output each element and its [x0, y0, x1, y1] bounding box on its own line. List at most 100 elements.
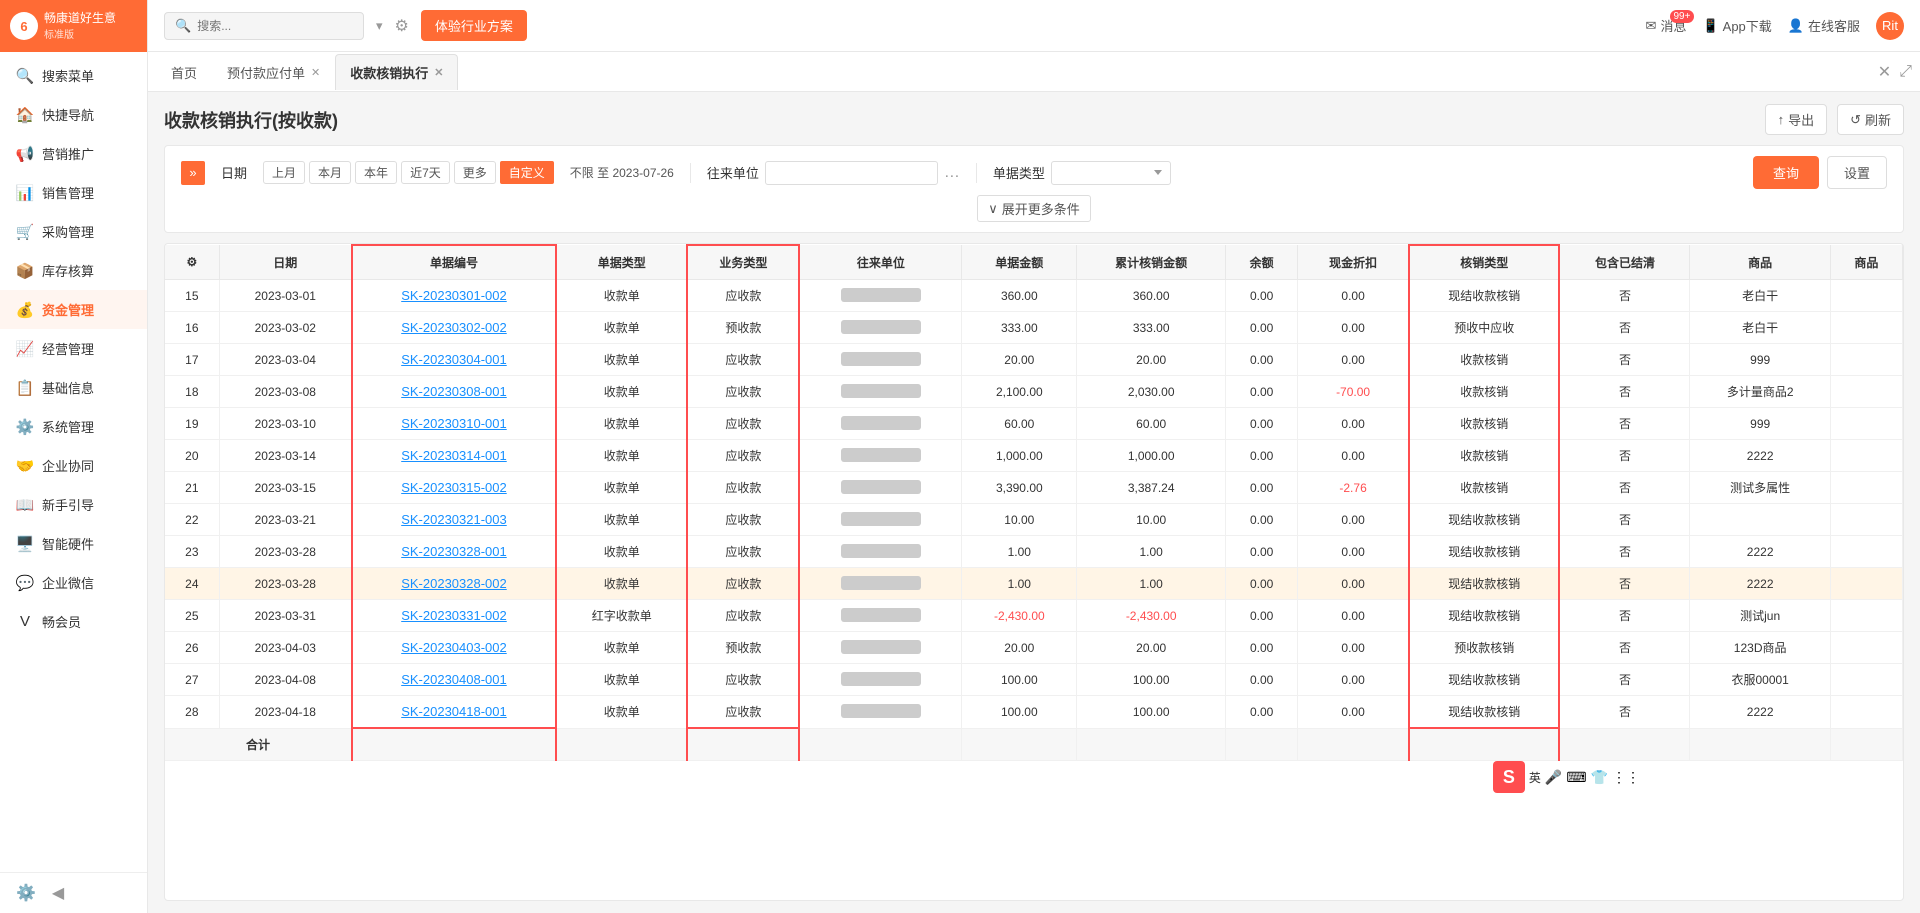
table-row: 162023-03-02SK-20230302-002收款单预收款██████3… — [165, 312, 1903, 344]
sidebar-item-guide[interactable]: 📖 新手引导 — [0, 485, 147, 524]
filter-row-2: ∨ 展开更多条件 — [181, 195, 1887, 222]
query-button[interactable]: 查询 — [1753, 156, 1819, 189]
finance-icon: 💰 — [16, 301, 34, 319]
service-icon: 👤 — [1788, 18, 1804, 34]
sidebar-item-purchase[interactable]: 🛒 采购管理 — [0, 212, 147, 251]
table-scroll-area[interactable]: ⚙ 日期 单据编号 单据类型 业务类型 往来单位 单据金额 累计核销金额 余额 … — [165, 244, 1903, 900]
custom-date-btn[interactable]: 自定义 — [500, 161, 554, 184]
bill-no-link[interactable]: SK-20230331-002 — [401, 608, 507, 623]
online-service-button[interactable]: 👤 在线客服 — [1788, 16, 1860, 35]
page-title: 收款核销执行(按收款) — [164, 107, 338, 133]
sidebar-item-hardware[interactable]: 🖥️ 智能硬件 — [0, 524, 147, 563]
bill-no-link[interactable]: SK-20230328-001 — [401, 544, 507, 559]
message-button[interactable]: ✉ 消息 99+ — [1646, 16, 1687, 35]
col-header-goods2: 商品 — [1830, 245, 1902, 280]
topbar-dropdown-icon[interactable]: ▾ — [376, 18, 383, 34]
operations-icon: 📈 — [16, 340, 34, 358]
user-avatar[interactable]: Rit — [1876, 12, 1904, 40]
blurred-value: ██████ — [841, 544, 921, 558]
mobile-icon: 📱 — [1702, 18, 1718, 34]
export-button[interactable]: ↑ 导出 — [1765, 104, 1828, 135]
bill-no-link[interactable]: SK-20230308-001 — [401, 384, 507, 399]
sidebar-item-sales[interactable]: 📊 销售管理 — [0, 173, 147, 212]
topbar-search-container: 🔍 — [164, 12, 364, 40]
sidebar-item-corp[interactable]: 🤝 企业协同 — [0, 446, 147, 485]
tab-bar: 首页 预付款应付单 ✕ 收款核销执行 ✕ ✕ ⤢ — [148, 52, 1920, 92]
tab-prepay-close[interactable]: ✕ — [311, 66, 320, 79]
blurred-value: ██████ — [841, 288, 921, 302]
col-header-amount: 单据金额 — [962, 245, 1077, 280]
bill-no-link[interactable]: SK-20230403-002 — [401, 640, 507, 655]
sidebar-item-member[interactable]: V 畅会员 — [0, 602, 147, 641]
bill-no-link[interactable]: SK-20230304-001 — [401, 352, 507, 367]
bill-no-link[interactable]: SK-20230314-001 — [401, 448, 507, 463]
filter-settings-button[interactable]: 设置 — [1827, 156, 1887, 189]
sidebar-item-quicknav[interactable]: 🏠 快捷导航 — [0, 95, 147, 134]
settings-bottom-icon[interactable]: ⚙️ — [16, 883, 36, 903]
blurred-value: ██████ — [841, 384, 921, 398]
more-date-btn[interactable]: 更多 — [454, 161, 496, 184]
last-7days-btn[interactable]: 近7天 — [401, 161, 450, 184]
col-header-include-settled: 包含已结清 — [1559, 245, 1690, 280]
bill-no-link[interactable]: SK-20230310-001 — [401, 416, 507, 431]
blurred-value: ██████ — [841, 480, 921, 494]
tab-home[interactable]: 首页 — [156, 54, 212, 90]
filter-toggle-button[interactable]: » — [181, 161, 205, 185]
topbar: 🔍 ▾ ⚙ 体验行业方案 ✉ 消息 99+ 📱 App下载 👤 在线客服 Rit — [148, 0, 1920, 52]
sidebar-item-system[interactable]: ⚙️ 系统管理 — [0, 407, 147, 446]
counterpart-more-icon[interactable]: … — [944, 164, 960, 182]
tab-collection[interactable]: 收款核销执行 ✕ — [335, 54, 458, 90]
expand-filter-button[interactable]: ∨ 展开更多条件 — [977, 195, 1091, 222]
bill-type-select[interactable] — [1051, 161, 1171, 185]
topbar-search-input[interactable] — [197, 19, 353, 33]
counterpart-input[interactable] — [765, 161, 938, 185]
blurred-value: ██████ — [841, 672, 921, 686]
this-month-btn[interactable]: 本月 — [309, 161, 351, 184]
topbar-gear-icon[interactable]: ⚙ — [395, 16, 409, 36]
member-icon: V — [16, 613, 34, 631]
col-header-counterpart: 往来单位 — [799, 245, 961, 280]
bill-no-link[interactable]: SK-20230315-002 — [401, 480, 507, 495]
sidebar-item-operations[interactable]: 📈 经营管理 — [0, 329, 147, 368]
sidebar-item-inventory[interactable]: 📦 库存核算 — [0, 251, 147, 290]
sidebar-item-wechat[interactable]: 💬 企业微信 — [0, 563, 147, 602]
blurred-value: ██████ — [841, 416, 921, 430]
bill-no-link[interactable]: SK-20230321-003 — [401, 512, 507, 527]
purchase-icon: 🛒 — [16, 223, 34, 241]
table-row: 152023-03-01SK-20230301-002收款单应收款██████3… — [165, 280, 1903, 312]
app-download-button[interactable]: 📱 App下载 — [1702, 16, 1771, 35]
solution-button[interactable]: 体验行业方案 — [421, 10, 527, 41]
page-content: 收款核销执行(按收款) ↑ 导出 ↺ 刷新 » 日期 上月 — [148, 92, 1920, 913]
topbar-search-icon: 🔍 — [175, 18, 191, 34]
table-header-row: ⚙ 日期 单据编号 单据类型 业务类型 往来单位 单据金额 累计核销金额 余额 … — [165, 245, 1903, 280]
page-header: 收款核销执行(按收款) ↑ 导出 ↺ 刷新 — [164, 104, 1904, 135]
col-header-settings[interactable]: ⚙ — [165, 245, 219, 280]
toolbar-apps[interactable]: ⋮⋮ — [1612, 769, 1640, 786]
tab-close-all-button[interactable]: ✕ — [1878, 62, 1891, 82]
topbar-right: ✉ 消息 99+ 📱 App下载 👤 在线客服 Rit — [1646, 12, 1904, 40]
blurred-value: ██████ — [841, 640, 921, 654]
tab-expand-button[interactable]: ⤢ — [1899, 62, 1912, 82]
last-month-btn[interactable]: 上月 — [263, 161, 305, 184]
collapse-icon[interactable]: ◀ — [52, 883, 64, 903]
inventory-icon: 📦 — [16, 262, 34, 280]
sidebar-item-finance[interactable]: 💰 资金管理 — [0, 290, 147, 329]
sidebar-item-marketing[interactable]: 📢 营销推广 — [0, 134, 147, 173]
tab-collection-close[interactable]: ✕ — [434, 66, 443, 79]
toolbar-shirt[interactable]: 👕 — [1591, 769, 1608, 786]
tab-prepay[interactable]: 预付款应付单 ✕ — [212, 54, 335, 90]
toolbar-mic[interactable]: 🎤 — [1545, 769, 1562, 786]
table-body: 152023-03-01SK-20230301-002收款单应收款██████3… — [165, 280, 1903, 729]
refresh-button[interactable]: ↺ 刷新 — [1837, 104, 1904, 135]
blurred-value: ██████ — [841, 512, 921, 526]
toolbar-keyboard[interactable]: ⌨ — [1566, 769, 1586, 786]
table-row: 192023-03-10SK-20230310-001收款单应收款██████6… — [165, 408, 1903, 440]
bill-no-link[interactable]: SK-20230418-001 — [401, 704, 507, 719]
bill-no-link[interactable]: SK-20230302-002 — [401, 320, 507, 335]
this-year-btn[interactable]: 本年 — [355, 161, 397, 184]
bill-no-link[interactable]: SK-20230408-001 — [401, 672, 507, 687]
bill-no-link[interactable]: SK-20230328-002 — [401, 576, 507, 591]
bill-no-link[interactable]: SK-20230301-002 — [401, 288, 507, 303]
sidebar-item-basic[interactable]: 📋 基础信息 — [0, 368, 147, 407]
sidebar-item-search[interactable]: 🔍 搜索菜单 — [0, 56, 147, 95]
